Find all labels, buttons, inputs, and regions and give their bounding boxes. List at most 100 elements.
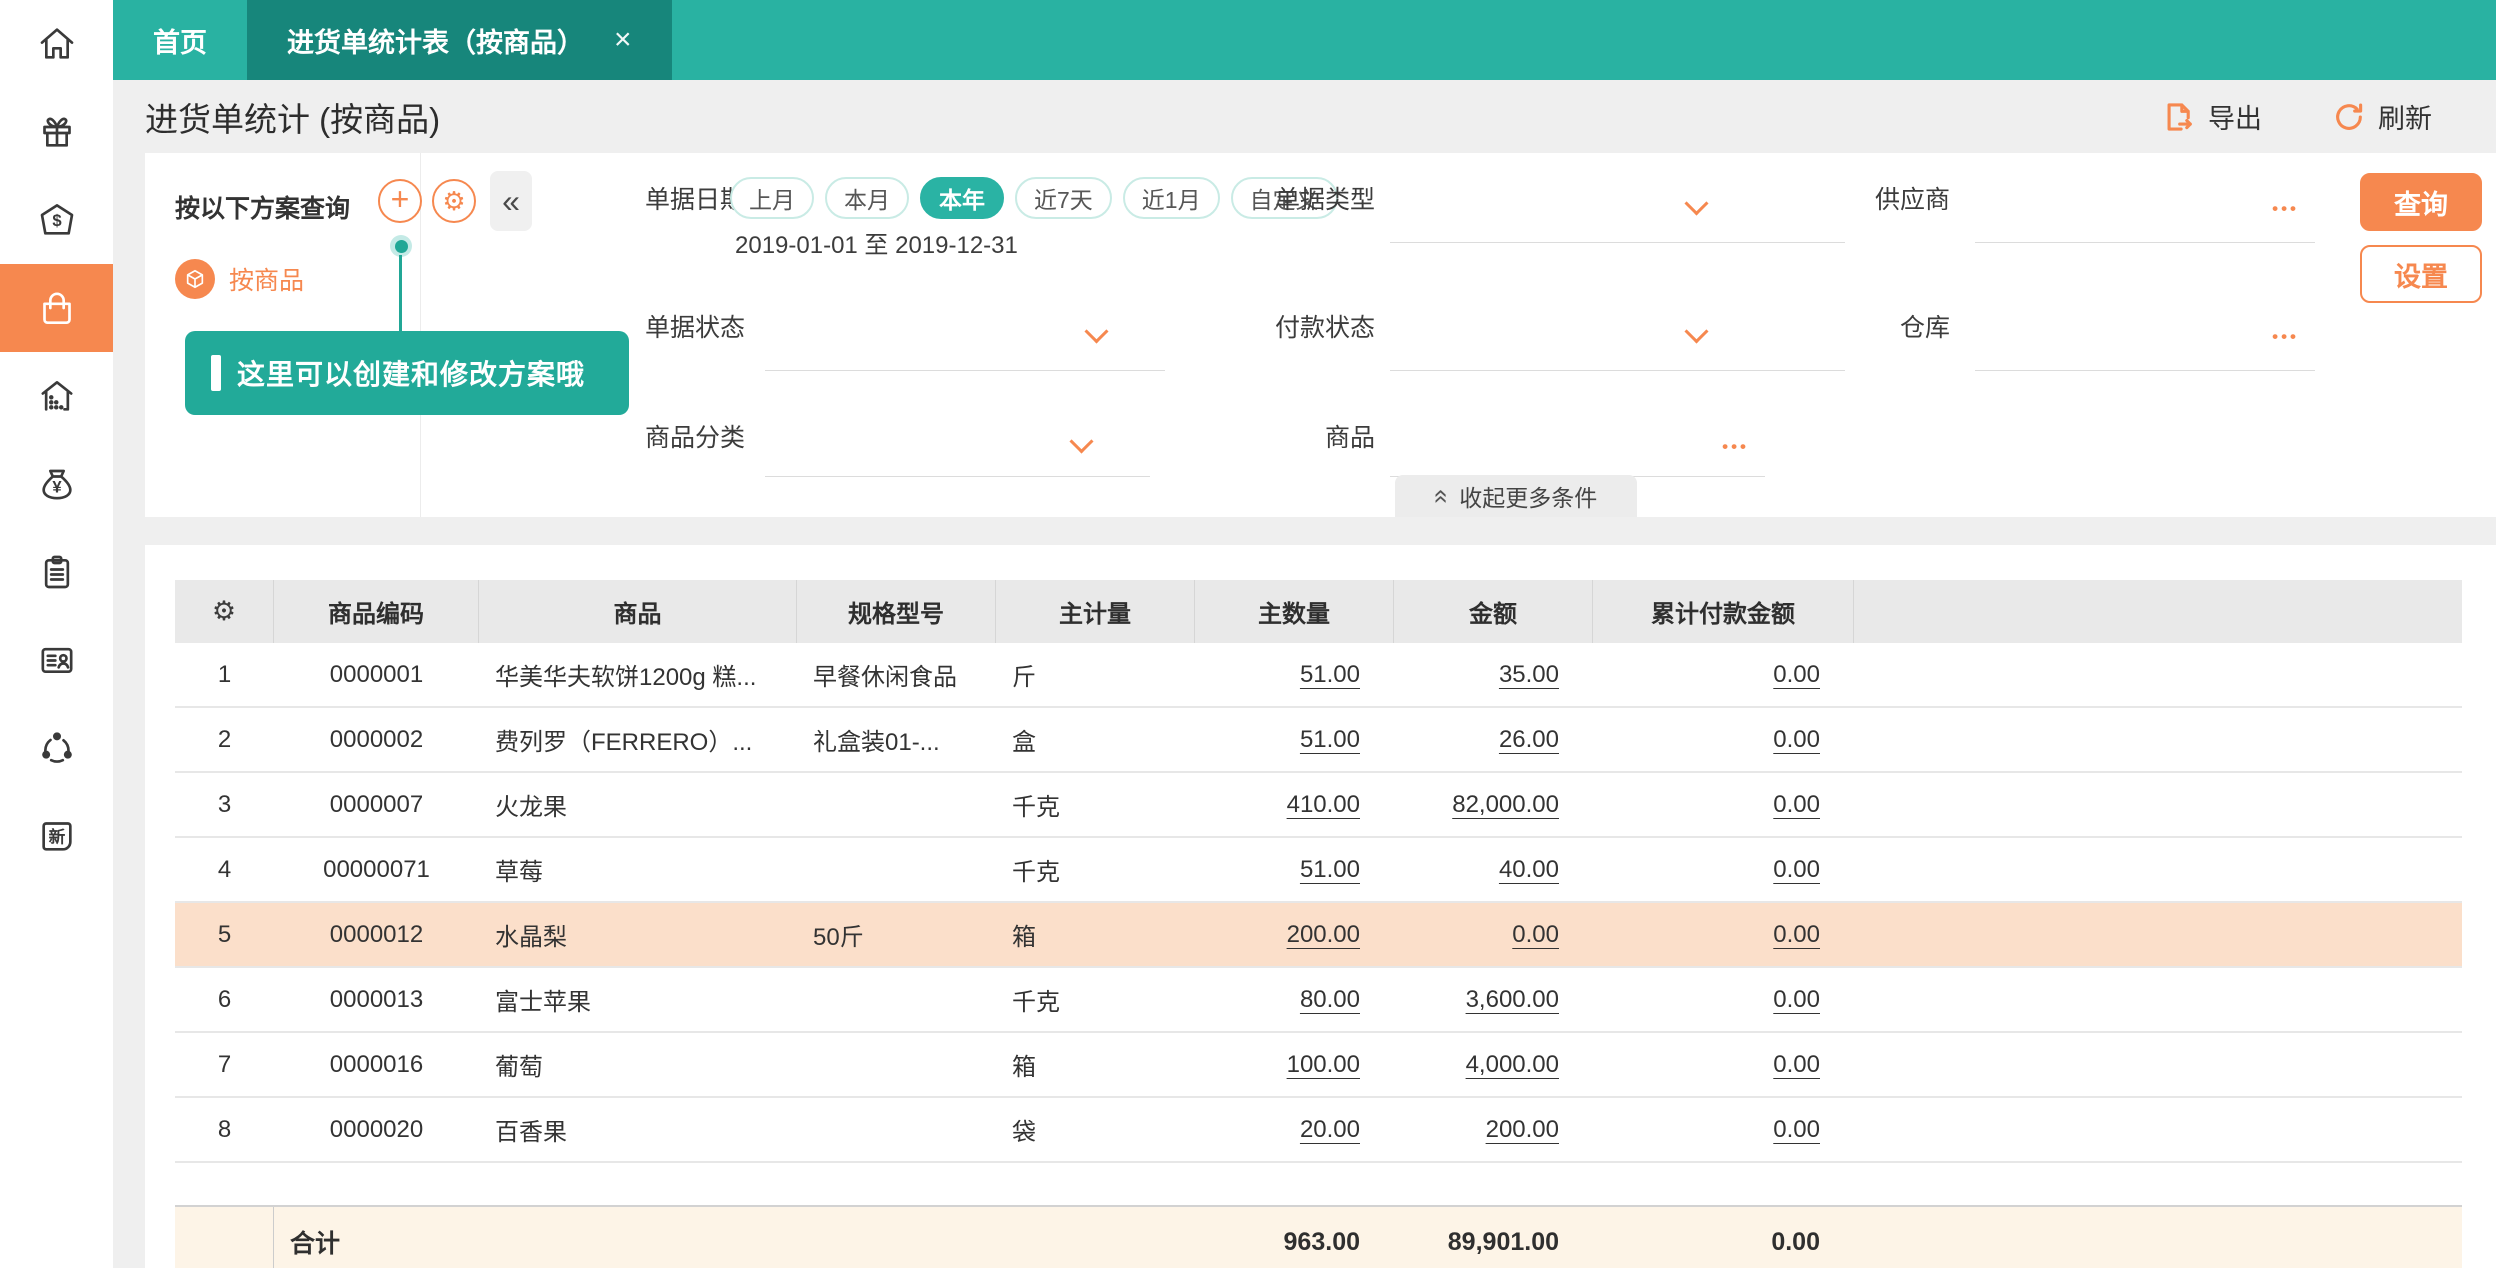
ellipsis-icon[interactable]: ••• [1722, 437, 1749, 457]
chevron-up-double-icon: « [1427, 488, 1458, 504]
table-row[interactable]: 8 0000020 百香果袋 20.00 200.00 0.00 [175, 1098, 2462, 1163]
sidebar-item-orders[interactable] [0, 528, 113, 616]
pill-last-7-days[interactable]: 近7天 [1015, 177, 1112, 219]
refresh-label: 刷新 [2378, 104, 2432, 134]
table-row[interactable]: 6 0000013 富士苹果 千克 80.00 3,600.00 0.00 [175, 968, 2462, 1033]
ellipsis-icon[interactable]: ••• [2272, 199, 2299, 219]
col-header-amount[interactable]: 金额 [1394, 580, 1593, 643]
table-row-selected[interactable]: 5 0000012 水晶梨 50斤箱 200.00 0.00 0.00 [175, 903, 2462, 968]
sidebar-item-gift[interactable] [0, 88, 113, 176]
tab-close-icon[interactable]: × [614, 25, 632, 55]
svg-text:新: 新 [48, 827, 65, 847]
search-button[interactable]: 查询 [2360, 173, 2482, 231]
chevron-down-icon [1069, 429, 1094, 454]
supplier-label: 供应商 [1874, 186, 1950, 214]
result-table-card: ⚙ 商品编码 商品 规格型号 主计量 主数量 金额 累计付款金额 1 000000… [145, 545, 2496, 1268]
pill-this-month[interactable]: 本月 [825, 177, 909, 219]
purchase-bag-icon [42, 292, 71, 324]
table-total-row: 合计 963.00 89,901.00 0.00 [175, 1205, 2462, 1268]
warehouse-picker[interactable]: ••• [1975, 309, 2315, 371]
app-sidebar: $ ¥ 新 [0, 0, 113, 1268]
col-header-unit[interactable]: 主计量 [996, 580, 1195, 643]
sidebar-item-warehouse[interactable] [0, 352, 113, 440]
order-list-icon [44, 555, 69, 589]
ellipsis-icon[interactable]: ••• [2272, 327, 2299, 347]
supplier-picker[interactable]: ••• [1975, 181, 2315, 243]
whats-new-icon: 新 [41, 822, 72, 851]
category-label: 商品分类 [644, 424, 745, 452]
table-row[interactable]: 3 0000007 火龙果 千克 410.00 82,000.00 0.00 [175, 773, 2462, 838]
column-settings-gear-icon[interactable]: ⚙ [212, 596, 236, 627]
pill-this-year[interactable]: 本年 [920, 177, 1004, 219]
pill-last-month[interactable]: 上月 [730, 177, 814, 219]
col-header-product[interactable]: 商品 [479, 580, 797, 643]
table-row[interactable]: 1 0000001 华美华夫软饼1200g 糕... 早餐休闲食品斤 51.00 35.0… [175, 643, 2462, 708]
export-label: 导出 [2208, 104, 2262, 134]
product-picker[interactable]: ••• [1390, 419, 1765, 477]
export-button[interactable]: 导出 [2162, 97, 2262, 136]
table-row[interactable]: 2 0000002 费列罗（FERRERO）... 礼盒装01-... 盒 51.00 26… [175, 708, 2462, 773]
tab-home[interactable]: 首页 [113, 0, 247, 80]
total-paid: 0.00 [1771, 1227, 1820, 1256]
doc-status-select[interactable] [765, 309, 1165, 371]
tooltip-anchor-dot [390, 235, 412, 257]
collapse-more-conditions-button[interactable]: « 收起更多条件 [1395, 475, 1637, 517]
sidebar-item-sales[interactable]: $ [0, 176, 113, 264]
plan-item-by-product[interactable]: 按商品 [175, 259, 304, 299]
settings-button[interactable]: 设置 [2360, 245, 2482, 303]
chevron-down-icon [1684, 191, 1709, 216]
doc-type-select[interactable] [1390, 181, 1845, 243]
col-header-spec[interactable]: 规格型号 [797, 580, 996, 643]
collapse-more-label: 收起更多条件 [1459, 485, 1598, 511]
doc-type-label: 单据类型 [1274, 186, 1375, 214]
tab-purchase-report[interactable]: 进货单统计表（按商品） × [247, 0, 672, 80]
col-header-qty[interactable]: 主数量 [1195, 580, 1394, 643]
pay-status-select[interactable] [1390, 309, 1845, 371]
pay-status-label: 付款状态 [1274, 314, 1375, 342]
plan-settings-button[interactable]: ⚙ [432, 179, 476, 223]
sidebar-item-home[interactable] [0, 0, 113, 88]
sidebar-item-whats-new[interactable]: 新 [0, 792, 113, 880]
chevron-down-icon [1084, 319, 1109, 344]
table-header-row: ⚙ 商品编码 商品 规格型号 主计量 主数量 金额 累计付款金额 [175, 580, 2462, 643]
gift-icon [42, 117, 71, 147]
sidebar-item-share[interactable] [0, 704, 113, 792]
chevron-down-icon [1684, 319, 1709, 344]
col-header-code[interactable]: 商品编码 [274, 580, 479, 643]
doc-date-label: 单据日期 [644, 186, 745, 214]
tooltip-bar-icon [211, 355, 221, 391]
sell-house-icon: $ [40, 204, 73, 235]
page-header: 进货单统计 (按商品) 导出 刷新 [113, 80, 2496, 153]
sidebar-item-contacts[interactable] [0, 616, 113, 704]
table-row[interactable]: 4 00000071 草莓 千克 51.00 40.00 0.00 [175, 838, 2462, 903]
warehouse-icon [41, 381, 72, 411]
refresh-icon [2336, 103, 2363, 130]
sidebar-item-purchase[interactable] [0, 264, 113, 352]
col-header-paid[interactable]: 累计付款金额 [1593, 580, 1854, 643]
table-row[interactable]: 7 0000016 葡萄箱 100.00 4,000.00 0.00 [175, 1033, 2462, 1098]
export-icon [2167, 102, 2192, 131]
collapse-plan-panel-button[interactable]: « [490, 171, 532, 231]
tab-bar: 首页 进货单统计表（按商品） × [113, 0, 2496, 80]
main-area: 首页 进货单统计表（按商品） × 进货单统计 (按商品) 导出 刷新 按以下方案… [113, 0, 2496, 1268]
plan-panel-heading: 按以下方案查询 [175, 195, 351, 223]
category-select[interactable] [765, 419, 1150, 477]
warehouse-label: 仓库 [1899, 314, 1950, 342]
refresh-button[interactable]: 刷新 [2332, 97, 2432, 136]
pill-last-1-month[interactable]: 近1月 [1122, 177, 1220, 219]
svg-text:$: $ [52, 211, 62, 230]
date-range-text: 2019-01-01 至 2019-12-31 [735, 232, 1018, 259]
cube-icon [175, 259, 215, 299]
add-plan-button[interactable]: + [378, 179, 422, 223]
tab-purchase-report-label: 进货单统计表（按商品） [287, 27, 584, 58]
header-actions: 导出 刷新 [2162, 97, 2432, 136]
share-network-icon [41, 732, 72, 763]
product-label: 商品 [1324, 424, 1375, 452]
total-amount: 89,901.00 [1447, 1227, 1559, 1256]
sidebar-item-finance[interactable]: ¥ [0, 440, 113, 528]
tab-home-label: 首页 [153, 27, 207, 58]
plan-tooltip: 这里可以创建和修改方案哦 [185, 331, 629, 415]
svg-text:¥: ¥ [52, 477, 62, 496]
page-title: 进货单统计 (按商品) [145, 100, 441, 138]
home-icon [40, 28, 73, 59]
